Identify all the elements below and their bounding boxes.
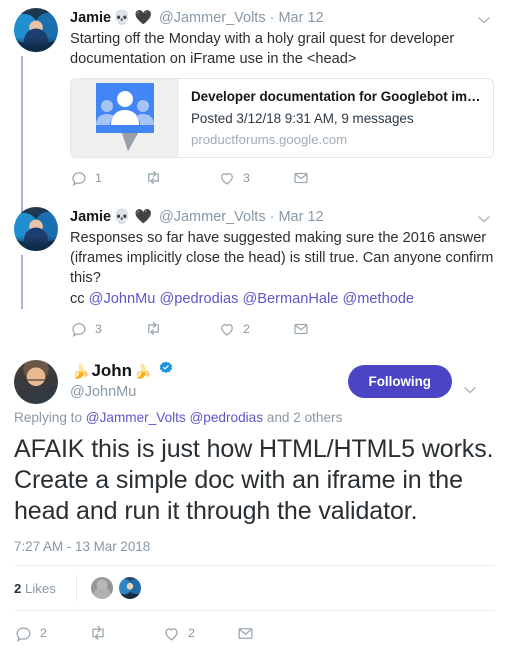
banana-emoji-icon: 🍌 [134, 363, 152, 379]
mention-link-pedrodias[interactable]: @pedrodias [159, 291, 238, 307]
reply-count: 3 [95, 321, 102, 336]
main-tweet-text: AFAIK this is just how HTML/HTML5 works.… [14, 435, 494, 525]
mention-link-methode[interactable]: @methode [342, 291, 414, 307]
tweet-actions: 3 2 [70, 309, 494, 350]
mention-link-johnmu[interactable]: @JohnMu [89, 291, 156, 307]
avatar[interactable] [14, 8, 58, 52]
like-button[interactable]: 2 [218, 320, 292, 338]
retweet-button[interactable] [88, 623, 162, 643]
like-count: 2 [243, 321, 250, 336]
following-button[interactable]: Following [347, 365, 452, 398]
avatar-column [14, 8, 62, 52]
tweet-timestamp[interactable]: 7:27 AM - 13 Mar 2018 [14, 527, 494, 565]
avatar-column [14, 207, 62, 251]
retweet-button[interactable] [144, 319, 218, 338]
tweet-text: Responses so far have suggested making s… [70, 230, 494, 286]
tweet-author-row: Jamie 💀 🖤 @Jammer_Volts · Mar 12 [70, 207, 494, 227]
heart-icon [221, 323, 233, 336]
heart-icon [165, 627, 178, 641]
replying-to-suffix: and 2 others [263, 410, 343, 425]
envelope-icon [294, 323, 308, 334]
tweet-author-row: Jamie 💀 🖤 @Jammer_Volts · Mar 12 [70, 8, 494, 28]
direct-message-button[interactable] [292, 169, 366, 187]
card-title: Developer documentation for Googlebot im… [191, 89, 483, 104]
tweet-item-1[interactable]: Jamie 💀 🖤 @Jammer_Volts · Mar 12 Startin… [0, 0, 508, 232]
retweet-icon [92, 626, 104, 640]
likes-number: 2 [14, 580, 22, 596]
avatar[interactable] [14, 360, 58, 404]
liker-avatar[interactable] [91, 577, 113, 599]
direct-message-button[interactable] [236, 624, 310, 643]
envelope-icon [294, 172, 308, 183]
black-heart-emoji-icon: 🖤 [134, 208, 152, 224]
retweet-button[interactable] [144, 168, 218, 187]
cc-prefix: cc [70, 291, 89, 307]
reply-button[interactable]: 2 [14, 624, 88, 643]
envelope-icon [238, 627, 253, 639]
skull-emoji-icon: 💀 [113, 208, 131, 224]
tweet-date[interactable]: Mar 12 [278, 9, 323, 28]
google-groups-icon [96, 83, 154, 151]
link-preview-card[interactable]: Developer documentation for Googlebot im… [70, 78, 494, 158]
likes-summary-row: 2 Likes [14, 565, 494, 611]
mention-link-pedrodias[interactable]: @pedrodias [190, 410, 264, 425]
likes-label: Likes [25, 580, 56, 596]
chevron-down-icon[interactable] [474, 10, 494, 30]
skull-emoji-icon: 💀 [113, 9, 131, 25]
liker-avatars [76, 575, 147, 601]
mention-link-bermanhale[interactable]: @BermanHale [242, 291, 338, 307]
author-name[interactable]: Jamie [70, 9, 111, 28]
tweet-content: Jamie 💀 🖤 @Jammer_Volts · Mar 12 Startin… [62, 8, 494, 199]
card-domain: productforums.google.com [191, 132, 348, 147]
main-tweet-actions: 2 2 [14, 611, 494, 655]
reply-count: 1 [95, 170, 102, 185]
reply-button[interactable]: 3 [70, 320, 144, 338]
author-name[interactable]: John [91, 360, 132, 382]
author-handle[interactable]: @Jammer_Volts [159, 9, 266, 28]
black-heart-emoji-icon: 🖤 [134, 9, 152, 25]
like-button[interactable]: 2 [162, 624, 236, 643]
tweet-content: Jamie 💀 🖤 @Jammer_Volts · Mar 12 Respons… [62, 207, 494, 350]
author-handle[interactable]: @Jammer_Volts [159, 208, 266, 227]
mention-link-jammer-volts[interactable]: @Jammer_Volts [86, 410, 186, 425]
tweet-actions: 1 3 [70, 158, 494, 199]
liker-avatar[interactable] [119, 577, 141, 599]
banana-emoji-icon: 🍌 [72, 363, 90, 379]
like-count: 2 [188, 626, 195, 640]
card-thumbnail [71, 79, 179, 157]
reply-button[interactable]: 1 [70, 169, 144, 187]
verified-badge-icon [160, 361, 173, 374]
tweet-text: Starting off the Monday with a holy grai… [70, 31, 455, 67]
separator-dot: · [269, 10, 275, 26]
chevron-down-icon[interactable] [474, 209, 494, 229]
main-tweet: 🍌 John 🍌 @JohnMu Following Replying to @… [0, 350, 508, 655]
author-name[interactable]: Jamie [70, 208, 111, 227]
direct-message-button[interactable] [292, 320, 366, 338]
reply-icon [72, 322, 86, 337]
tweet-date[interactable]: Mar 12 [278, 208, 323, 227]
reply-icon [16, 626, 31, 642]
avatar[interactable] [14, 207, 58, 251]
likes-count[interactable]: 2 Likes [14, 581, 76, 596]
reply-count: 2 [40, 626, 47, 640]
card-body: Developer documentation for Googlebot im… [179, 79, 493, 157]
avatar-column [14, 360, 62, 404]
separator-dot: · [269, 209, 275, 225]
like-button[interactable]: 3 [218, 169, 292, 187]
retweet-icon [148, 321, 159, 336]
retweet-icon [148, 170, 159, 185]
replying-to-line: Replying to @Jammer_Volts @pedrodias and… [14, 404, 494, 425]
thread-connector-line [21, 255, 23, 309]
tweet-thread: Jamie 💀 🖤 @Jammer_Volts · Mar 12 Startin… [0, 0, 508, 655]
tweet-text-mentions: cc @JohnMu @pedrodias @BermanHale @metho… [70, 289, 494, 309]
like-count: 3 [243, 170, 250, 185]
tweet-item-2[interactable]: Jamie 💀 🖤 @Jammer_Volts · Mar 12 Respons… [0, 199, 508, 350]
replying-to-prefix: Replying to [14, 410, 86, 425]
heart-icon [221, 172, 233, 185]
card-description: Posted 3/12/18 9:31 AM, 9 messages [191, 111, 414, 126]
chevron-down-icon[interactable] [460, 380, 480, 400]
reply-icon [72, 171, 86, 186]
